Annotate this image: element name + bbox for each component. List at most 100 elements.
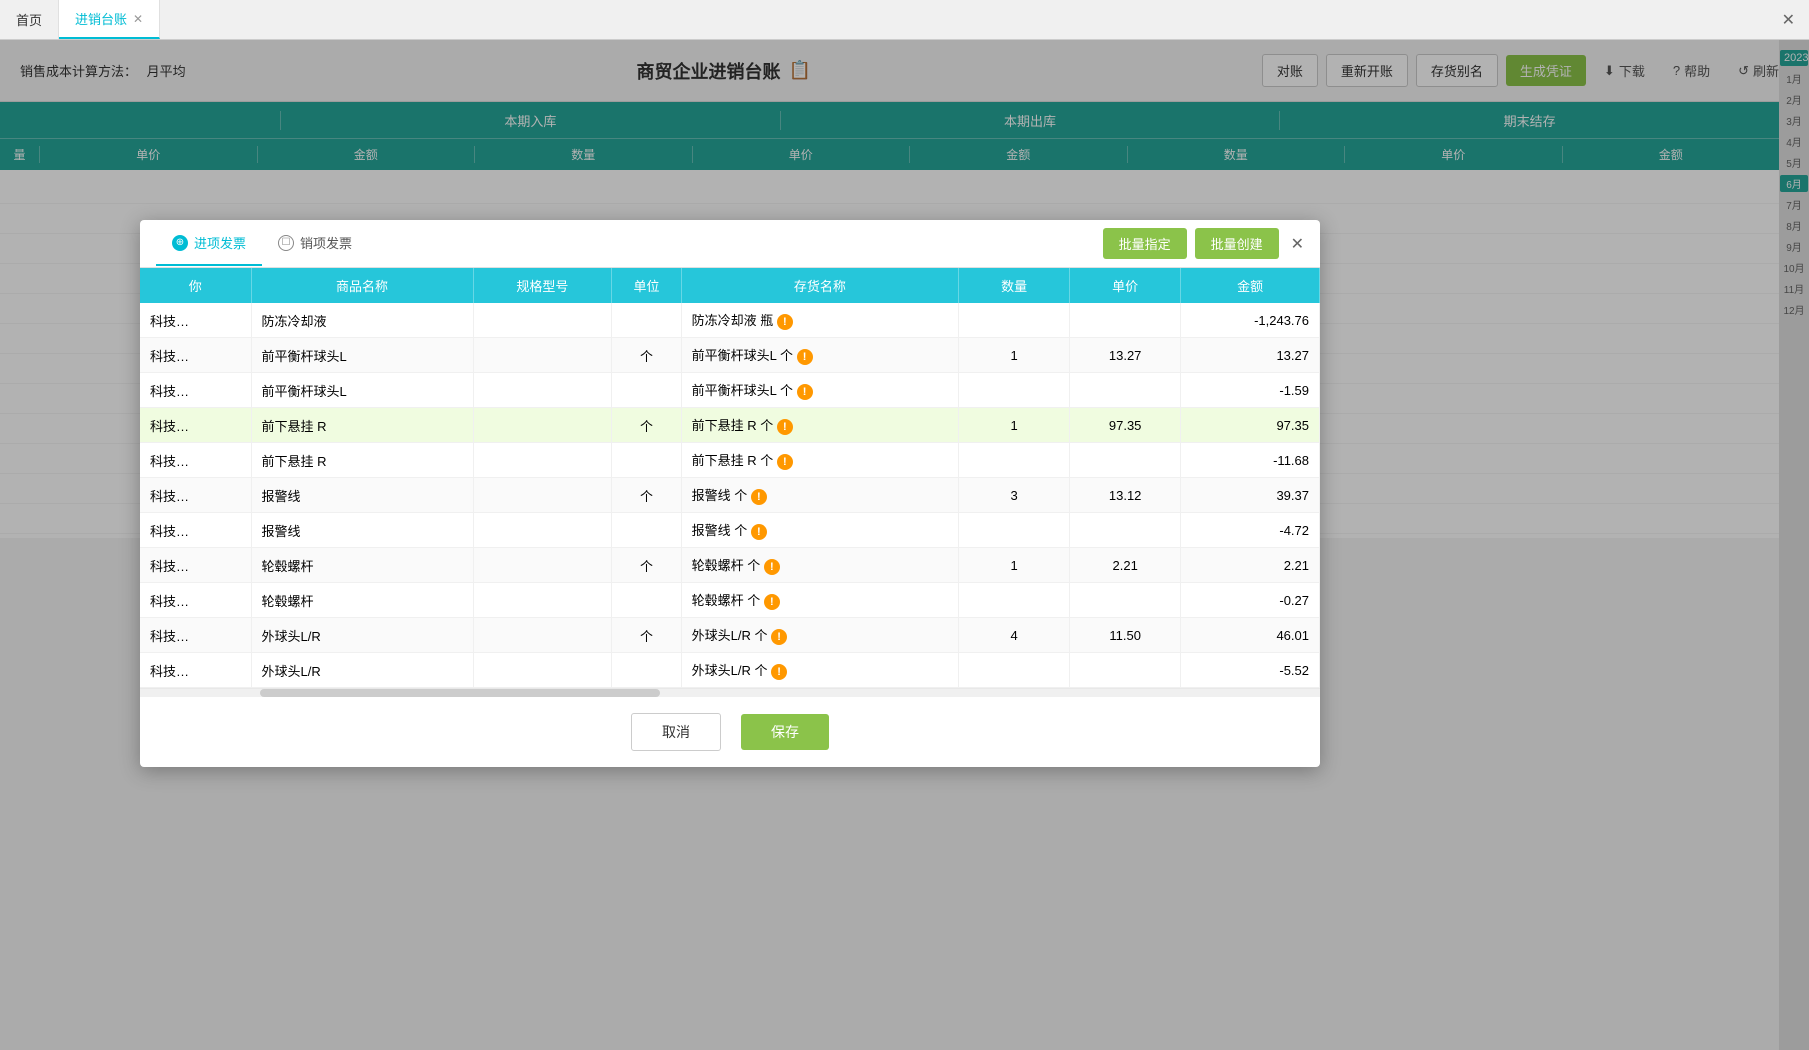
tab-close-icon[interactable]: ✕ bbox=[133, 12, 143, 26]
cancel-button[interactable]: 取消 bbox=[631, 713, 721, 751]
cell-unit-price bbox=[1070, 303, 1181, 338]
modal-close-button[interactable]: ✕ bbox=[1291, 234, 1304, 254]
tab-home-label: 首页 bbox=[16, 10, 42, 29]
col-company: 你 bbox=[140, 268, 251, 303]
cell-product-name: 防冻冷却液 bbox=[251, 303, 473, 338]
cell-quantity: 4 bbox=[959, 618, 1070, 653]
warning-icon: ! bbox=[771, 664, 787, 680]
cell-spec bbox=[473, 478, 612, 513]
cell-unit-price bbox=[1070, 653, 1181, 688]
cell-unit-price bbox=[1070, 443, 1181, 478]
cell-spec bbox=[473, 303, 612, 338]
cell-company: 科技… bbox=[140, 618, 251, 653]
cell-quantity bbox=[959, 513, 1070, 548]
scrollbar-thumb[interactable] bbox=[260, 689, 660, 697]
cell-inventory-name: 报警线 个 ! bbox=[681, 478, 959, 513]
col-inventory-name: 存货名称 bbox=[681, 268, 959, 303]
save-button[interactable]: 保存 bbox=[741, 714, 829, 750]
cell-amount: 2.21 bbox=[1181, 548, 1320, 583]
cell-quantity: 1 bbox=[959, 338, 1070, 373]
tab-home[interactable]: 首页 bbox=[0, 0, 59, 39]
cell-unit bbox=[612, 443, 681, 478]
cell-unit-price bbox=[1070, 583, 1181, 618]
cell-product-name: 外球头L/R bbox=[251, 618, 473, 653]
col-quantity: 数量 bbox=[959, 268, 1070, 303]
cell-unit bbox=[612, 583, 681, 618]
sales-tab-icon: ☐ bbox=[278, 235, 294, 251]
cell-amount: -1.59 bbox=[1181, 373, 1320, 408]
modal-footer: 取消 保存 bbox=[140, 696, 1320, 767]
modal-tabs: ⊕ 进项发票 ☐ 销项发票 bbox=[156, 221, 368, 266]
cell-amount: 39.37 bbox=[1181, 478, 1320, 513]
cell-spec bbox=[473, 618, 612, 653]
cell-amount: -5.52 bbox=[1181, 653, 1320, 688]
tab-bar: 首页 进销台账 ✕ ✕ bbox=[0, 0, 1809, 40]
cell-amount: -4.72 bbox=[1181, 513, 1320, 548]
cell-product-name: 轮毂螺杆 bbox=[251, 583, 473, 618]
cell-unit bbox=[612, 373, 681, 408]
batch-assign-button[interactable]: 批量指定 bbox=[1103, 228, 1187, 259]
warning-icon: ! bbox=[764, 559, 780, 575]
table-row: 科技… 报警线 报警线 个 ! -4.72 bbox=[140, 513, 1320, 548]
col-amount: 金额 bbox=[1181, 268, 1320, 303]
cell-unit-price bbox=[1070, 513, 1181, 548]
window-close-button[interactable]: ✕ bbox=[1768, 0, 1809, 39]
tab-ledger-label: 进销台账 bbox=[75, 9, 127, 28]
cell-inventory-name: 报警线 个 ! bbox=[681, 513, 959, 548]
tab-purchase-invoice[interactable]: ⊕ 进项发票 bbox=[156, 221, 262, 266]
cell-unit-price: 2.21 bbox=[1070, 548, 1181, 583]
cell-company: 科技… bbox=[140, 583, 251, 618]
cell-amount: 97.35 bbox=[1181, 408, 1320, 443]
cell-product-name: 外球头L/R bbox=[251, 653, 473, 688]
cell-unit-price: 97.35 bbox=[1070, 408, 1181, 443]
cell-unit-price: 13.27 bbox=[1070, 338, 1181, 373]
cell-spec bbox=[473, 443, 612, 478]
cell-spec bbox=[473, 373, 612, 408]
warning-icon: ! bbox=[797, 349, 813, 365]
cell-company: 科技… bbox=[140, 548, 251, 583]
purchase-tab-icon: ⊕ bbox=[172, 235, 188, 251]
cell-amount: -11.68 bbox=[1181, 443, 1320, 478]
cell-spec bbox=[473, 653, 612, 688]
cell-inventory-name: 外球头L/R 个 ! bbox=[681, 618, 959, 653]
col-unit-price: 单价 bbox=[1070, 268, 1181, 303]
cell-unit: 个 bbox=[612, 338, 681, 373]
cell-quantity: 1 bbox=[959, 548, 1070, 583]
cell-quantity bbox=[959, 583, 1070, 618]
cell-unit: 个 bbox=[612, 478, 681, 513]
cell-unit bbox=[612, 653, 681, 688]
cell-quantity: 3 bbox=[959, 478, 1070, 513]
cell-unit-price bbox=[1070, 373, 1181, 408]
cell-company: 科技… bbox=[140, 478, 251, 513]
cell-company: 科技… bbox=[140, 443, 251, 478]
table-row: 科技… 防冻冷却液 防冻冷却液 瓶 ! -1,243.76 bbox=[140, 303, 1320, 338]
cell-product-name: 报警线 bbox=[251, 478, 473, 513]
table-row: 科技… 外球头L/R 个 外球头L/R 个 ! 4 11.50 46.01 bbox=[140, 618, 1320, 653]
cell-product-name: 前平衡杆球头L bbox=[251, 373, 473, 408]
sales-tab-label: 销项发票 bbox=[300, 233, 352, 252]
horizontal-scrollbar[interactable] bbox=[140, 688, 1320, 696]
table-row: 科技… 前平衡杆球头L 前平衡杆球头L 个 ! -1.59 bbox=[140, 373, 1320, 408]
table-row: 科技… 轮毂螺杆 轮毂螺杆 个 ! -0.27 bbox=[140, 583, 1320, 618]
table-row: 科技… 轮毂螺杆 个 轮毂螺杆 个 ! 1 2.21 2.21 bbox=[140, 548, 1320, 583]
cell-quantity: 1 bbox=[959, 408, 1070, 443]
tab-sales-invoice[interactable]: ☐ 销项发票 bbox=[262, 221, 368, 266]
cell-spec bbox=[473, 408, 612, 443]
cell-company: 科技… bbox=[140, 653, 251, 688]
cell-quantity bbox=[959, 443, 1070, 478]
cell-unit bbox=[612, 513, 681, 548]
batch-create-button[interactable]: 批量创建 bbox=[1195, 228, 1279, 259]
table-row: 科技… 前平衡杆球头L 个 前平衡杆球头L 个 ! 1 13.27 13.27 bbox=[140, 338, 1320, 373]
tab-ledger[interactable]: 进销台账 ✕ bbox=[59, 0, 160, 39]
cell-unit: 个 bbox=[612, 548, 681, 583]
cell-amount: 46.01 bbox=[1181, 618, 1320, 653]
cell-unit: 个 bbox=[612, 408, 681, 443]
cell-inventory-name: 前平衡杆球头L 个 ! bbox=[681, 338, 959, 373]
table-header-row: 你 商品名称 规格型号 单位 存货名称 数量 单价 金额 bbox=[140, 268, 1320, 303]
main-content: 销售成本计算方法： 月平均 商贸企业进销台账 📋 对账 重新开账 存货别名 生成… bbox=[0, 40, 1809, 1050]
warning-icon: ! bbox=[751, 524, 767, 540]
cell-company: 科技… bbox=[140, 408, 251, 443]
cell-spec bbox=[473, 338, 612, 373]
cell-product-name: 前下悬挂 R bbox=[251, 408, 473, 443]
invoice-table: 你 商品名称 规格型号 单位 存货名称 数量 单价 金额 科技… 防冻冷却液 bbox=[140, 268, 1320, 688]
